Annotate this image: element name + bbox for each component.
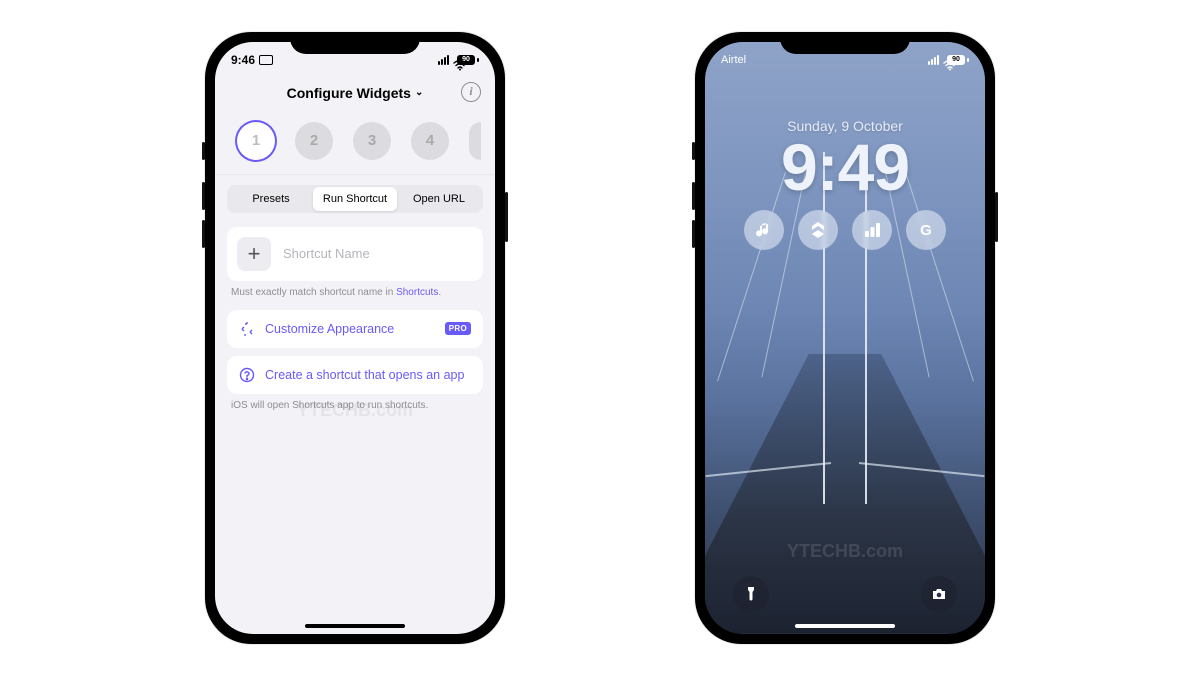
widget-chart[interactable] — [852, 210, 892, 250]
create-shortcut-row[interactable]: Create a shortcut that opens an app — [227, 356, 483, 394]
action-type-segmented[interactable]: Presets Run Shortcut Open URL — [227, 185, 483, 213]
lockscreen-widgets: G — [705, 210, 985, 250]
footer-hint: iOS will open Shortcuts app to run short… — [227, 394, 483, 423]
shortcut-hint: Must exactly match shortcut name in Shor… — [227, 281, 483, 310]
pro-badge: PRO — [445, 322, 471, 335]
header-title-button[interactable]: Configure Widgets ⌄ — [287, 85, 424, 101]
camera-button[interactable] — [921, 576, 957, 612]
widget-slots: 1 2 3 4 — [215, 108, 495, 174]
create-shortcut-label: Create a shortcut that opens an app — [265, 368, 471, 382]
widget-google[interactable]: G — [906, 210, 946, 250]
tab-run-shortcut[interactable]: Run Shortcut — [313, 187, 397, 211]
customize-appearance-label: Customize Appearance — [265, 322, 435, 336]
widget-slot-2[interactable]: 2 — [295, 122, 333, 160]
notch — [290, 32, 420, 54]
header-title-label: Configure Widgets — [287, 85, 411, 101]
phone-right: Airtel 90 Sunday, 9 October 9:49 G YTECH… — [695, 32, 995, 644]
lock-screen: Airtel 90 Sunday, 9 October 9:49 G YTECH… — [705, 42, 985, 634]
widget-slot-3[interactable]: 3 — [353, 122, 391, 160]
lockscreen-time: 9:49 — [705, 134, 985, 200]
customize-appearance-row[interactable]: Customize Appearance PRO — [227, 310, 483, 348]
shortcuts-link[interactable]: Shortcuts — [396, 287, 438, 298]
widget-slot-1[interactable]: 1 — [237, 122, 275, 160]
question-icon — [239, 367, 255, 383]
shortcut-name-card: + Shortcut Name — [227, 227, 483, 281]
pick-shortcut-button[interactable]: + — [237, 237, 271, 271]
cellular-icon — [928, 55, 939, 65]
carplay-icon — [259, 55, 273, 65]
notch — [780, 32, 910, 54]
home-indicator[interactable] — [305, 624, 405, 628]
configure-widgets-screen: 9:46 90 Configure Widgets ⌄ i 1 2 — [215, 42, 495, 634]
widget-slot-4[interactable]: 4 — [411, 122, 449, 160]
carrier-label: Airtel — [721, 54, 746, 66]
widget-slot-more[interactable] — [469, 122, 481, 160]
screenshot-stage: 9:46 90 Configure Widgets ⌄ i 1 2 — [0, 0, 1200, 675]
widget-shortcuts[interactable] — [798, 210, 838, 250]
widget-music[interactable] — [744, 210, 784, 250]
shortcut-name-input[interactable]: Shortcut Name — [283, 246, 473, 261]
flashlight-button[interactable] — [733, 576, 769, 612]
svg-text:G: G — [920, 222, 932, 239]
cellular-icon — [438, 55, 449, 65]
phone-left: 9:46 90 Configure Widgets ⌄ i 1 2 — [205, 32, 505, 644]
sparkle-icon — [239, 321, 255, 337]
info-button[interactable]: i — [461, 82, 481, 102]
home-indicator[interactable] — [795, 624, 895, 628]
chevron-down-icon: ⌄ — [415, 87, 423, 98]
status-time: 9:46 — [231, 53, 255, 67]
tab-presets[interactable]: Presets — [229, 187, 313, 211]
tab-open-url[interactable]: Open URL — [397, 187, 481, 211]
header: Configure Widgets ⌄ i — [215, 78, 495, 108]
